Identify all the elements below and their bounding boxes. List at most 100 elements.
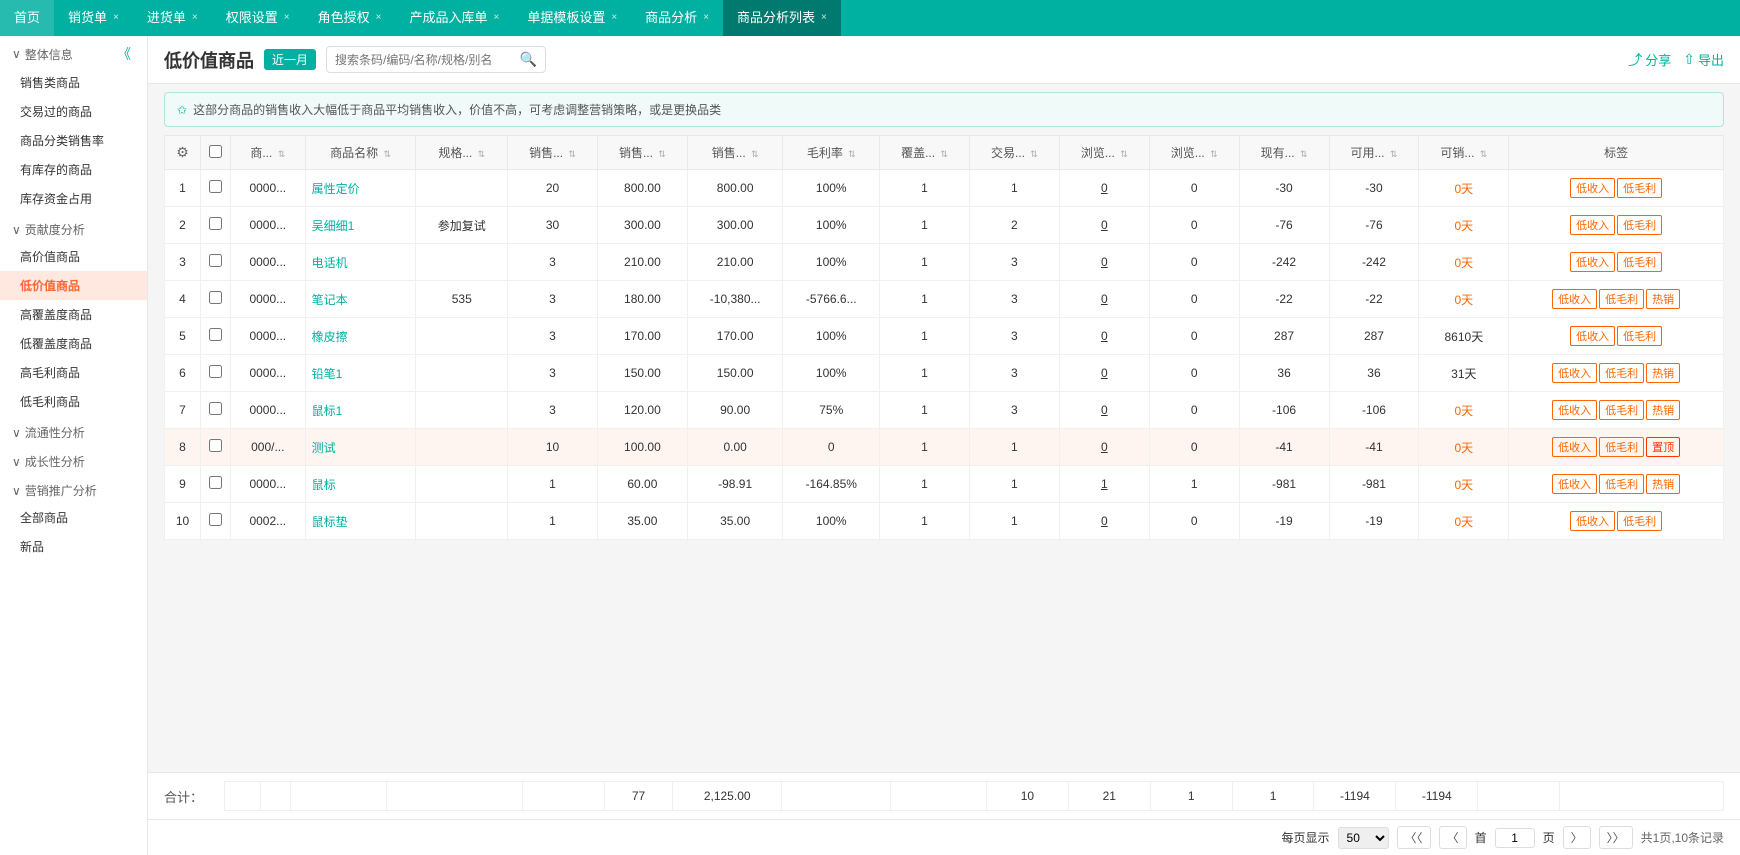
browse1-link[interactable]: 0: [1101, 181, 1108, 195]
sidebar-item-category-sales-rate[interactable]: 商品分类销售率: [0, 126, 147, 155]
row-browse1[interactable]: 0: [1059, 207, 1149, 244]
nav-purchase-order[interactable]: 进货单 ×: [133, 0, 212, 36]
th-coverage[interactable]: 覆盖... ⇅: [880, 136, 970, 170]
share-button[interactable]: ⤴ 分享: [1628, 50, 1671, 70]
next-page-btn[interactable]: 〉: [1563, 826, 1591, 849]
row-checkbox[interactable]: [201, 318, 231, 355]
nav-role-auth[interactable]: 角色授权 ×: [304, 0, 396, 36]
sidebar-item-low-coverage[interactable]: 低覆盖度商品: [0, 329, 147, 358]
th-current-stock[interactable]: 现有... ⇅: [1239, 136, 1329, 170]
row-name[interactable]: 铅笔1: [305, 355, 416, 392]
row-checkbox[interactable]: [201, 281, 231, 318]
th-sellable-stock[interactable]: 可销... ⇅: [1419, 136, 1509, 170]
close-product-analysis-icon[interactable]: ×: [703, 0, 709, 36]
browse1-link[interactable]: 0: [1101, 514, 1108, 528]
sidebar-item-high-coverage[interactable]: 高覆盖度商品: [0, 300, 147, 329]
browse1-link[interactable]: 1: [1101, 477, 1108, 491]
sidebar-item-low-value[interactable]: 低价值商品: [0, 271, 147, 300]
th-spec[interactable]: 规格... ⇅: [416, 136, 508, 170]
row-name[interactable]: 鼠标: [305, 466, 416, 503]
nav-template-settings[interactable]: 单据模板设置 ×: [513, 0, 631, 36]
browse1-link[interactable]: 0: [1101, 366, 1108, 380]
search-icon[interactable]: 🔍: [520, 51, 537, 68]
row-name[interactable]: 属性定价: [305, 170, 416, 207]
row-browse1[interactable]: 0: [1059, 503, 1149, 540]
prev-page-btn[interactable]: 〈: [1439, 826, 1467, 849]
row-checkbox[interactable]: [201, 392, 231, 429]
nav-permission[interactable]: 权限设置 ×: [212, 0, 304, 36]
nav-product-analysis-list[interactable]: 商品分析列表 ×: [723, 0, 841, 36]
search-input[interactable]: [335, 53, 516, 67]
row-browse1[interactable]: 0: [1059, 392, 1149, 429]
row-checkbox[interactable]: [201, 466, 231, 503]
row-browse1[interactable]: 0: [1059, 244, 1149, 281]
close-product-analysis-list-icon[interactable]: ×: [821, 0, 827, 36]
first-page-btn[interactable]: 〈〈: [1397, 826, 1431, 849]
row-browse1[interactable]: 0: [1059, 170, 1149, 207]
nav-sales-order[interactable]: 销货单 ×: [54, 0, 133, 36]
sidebar-group-overall[interactable]: ∨ 整体信息 《: [0, 36, 147, 68]
th-browse1[interactable]: 浏览... ⇅: [1059, 136, 1149, 170]
browse1-link[interactable]: 0: [1101, 292, 1108, 306]
export-button[interactable]: ⇧ 导出: [1683, 50, 1724, 69]
page-number-input[interactable]: [1495, 828, 1535, 848]
row-checkbox[interactable]: [201, 244, 231, 281]
browse1-link[interactable]: 0: [1101, 329, 1108, 343]
th-sales-qty[interactable]: 销售... ⇅: [508, 136, 598, 170]
nav-home[interactable]: 首页: [0, 0, 54, 36]
browse1-link[interactable]: 0: [1101, 403, 1108, 417]
row-browse1[interactable]: 0: [1059, 281, 1149, 318]
nav-product-inbound[interactable]: 产成品入库单 ×: [395, 0, 513, 36]
row-checkbox[interactable]: [201, 355, 231, 392]
th-available-stock[interactable]: 可用... ⇅: [1329, 136, 1419, 170]
row-browse1[interactable]: 0: [1059, 355, 1149, 392]
row-browse1[interactable]: 1: [1059, 466, 1149, 503]
row-checkbox[interactable]: [201, 207, 231, 244]
search-box[interactable]: 🔍: [326, 46, 546, 73]
browse1-link[interactable]: 0: [1101, 218, 1108, 232]
row-name[interactable]: 鼠标1: [305, 392, 416, 429]
close-template-settings-icon[interactable]: ×: [611, 0, 617, 36]
sidebar-group-marketing[interactable]: ∨ 营销推广分析: [0, 474, 147, 503]
last-page-btn[interactable]: 〉〉: [1599, 826, 1633, 849]
close-product-inbound-icon[interactable]: ×: [493, 0, 499, 36]
row-name[interactable]: 测试: [305, 429, 416, 466]
column-settings-icon[interactable]: ⚙: [176, 144, 189, 160]
sidebar-item-stock-capital[interactable]: 库存资金占用: [0, 184, 147, 213]
close-permission-icon[interactable]: ×: [284, 0, 290, 36]
sidebar-collapse-btn[interactable]: 《: [113, 44, 135, 64]
th-code[interactable]: 商... ⇅: [231, 136, 306, 170]
sidebar-item-high-margin[interactable]: 高毛利商品: [0, 358, 147, 387]
row-browse1[interactable]: 0: [1059, 318, 1149, 355]
row-checkbox[interactable]: [201, 503, 231, 540]
select-all-checkbox[interactable]: [209, 145, 222, 158]
close-role-auth-icon[interactable]: ×: [376, 0, 382, 36]
th-name[interactable]: 商品名称 ⇅: [305, 136, 416, 170]
sidebar-item-low-margin[interactable]: 低毛利商品: [0, 387, 147, 416]
sidebar-group-circulation[interactable]: ∨ 流通性分析: [0, 416, 147, 445]
row-name[interactable]: 笔记本: [305, 281, 416, 318]
row-checkbox[interactable]: [201, 429, 231, 466]
browse1-link[interactable]: 0: [1101, 440, 1108, 454]
sidebar-item-all-products[interactable]: 全部商品: [0, 503, 147, 532]
nav-product-analysis[interactable]: 商品分析 ×: [631, 0, 723, 36]
row-checkbox[interactable]: [201, 170, 231, 207]
th-gear[interactable]: ⚙: [165, 136, 201, 170]
sidebar-item-new-products[interactable]: 新品: [0, 532, 147, 561]
sidebar-item-traded-products[interactable]: 交易过的商品: [0, 97, 147, 126]
th-gross-margin[interactable]: 毛利率 ⇅: [783, 136, 880, 170]
th-sales-amount[interactable]: 销售... ⇅: [597, 136, 687, 170]
close-sales-order-icon[interactable]: ×: [113, 0, 119, 36]
row-name[interactable]: 橡皮擦: [305, 318, 416, 355]
th-sales-profit[interactable]: 销售... ⇅: [687, 136, 783, 170]
sidebar-group-contribution[interactable]: ∨ 贡献度分析: [0, 213, 147, 242]
time-filter-badge[interactable]: 近一月: [264, 49, 316, 70]
page-size-select[interactable]: 50 100 200: [1338, 827, 1389, 849]
row-name[interactable]: 电话机: [305, 244, 416, 281]
sidebar-item-high-value[interactable]: 高价值商品: [0, 242, 147, 271]
row-name[interactable]: 鼠标垫: [305, 503, 416, 540]
sidebar-item-stocked-products[interactable]: 有库存的商品: [0, 155, 147, 184]
th-trade[interactable]: 交易... ⇅: [969, 136, 1059, 170]
browse1-link[interactable]: 0: [1101, 255, 1108, 269]
th-browse2[interactable]: 浏览... ⇅: [1149, 136, 1239, 170]
